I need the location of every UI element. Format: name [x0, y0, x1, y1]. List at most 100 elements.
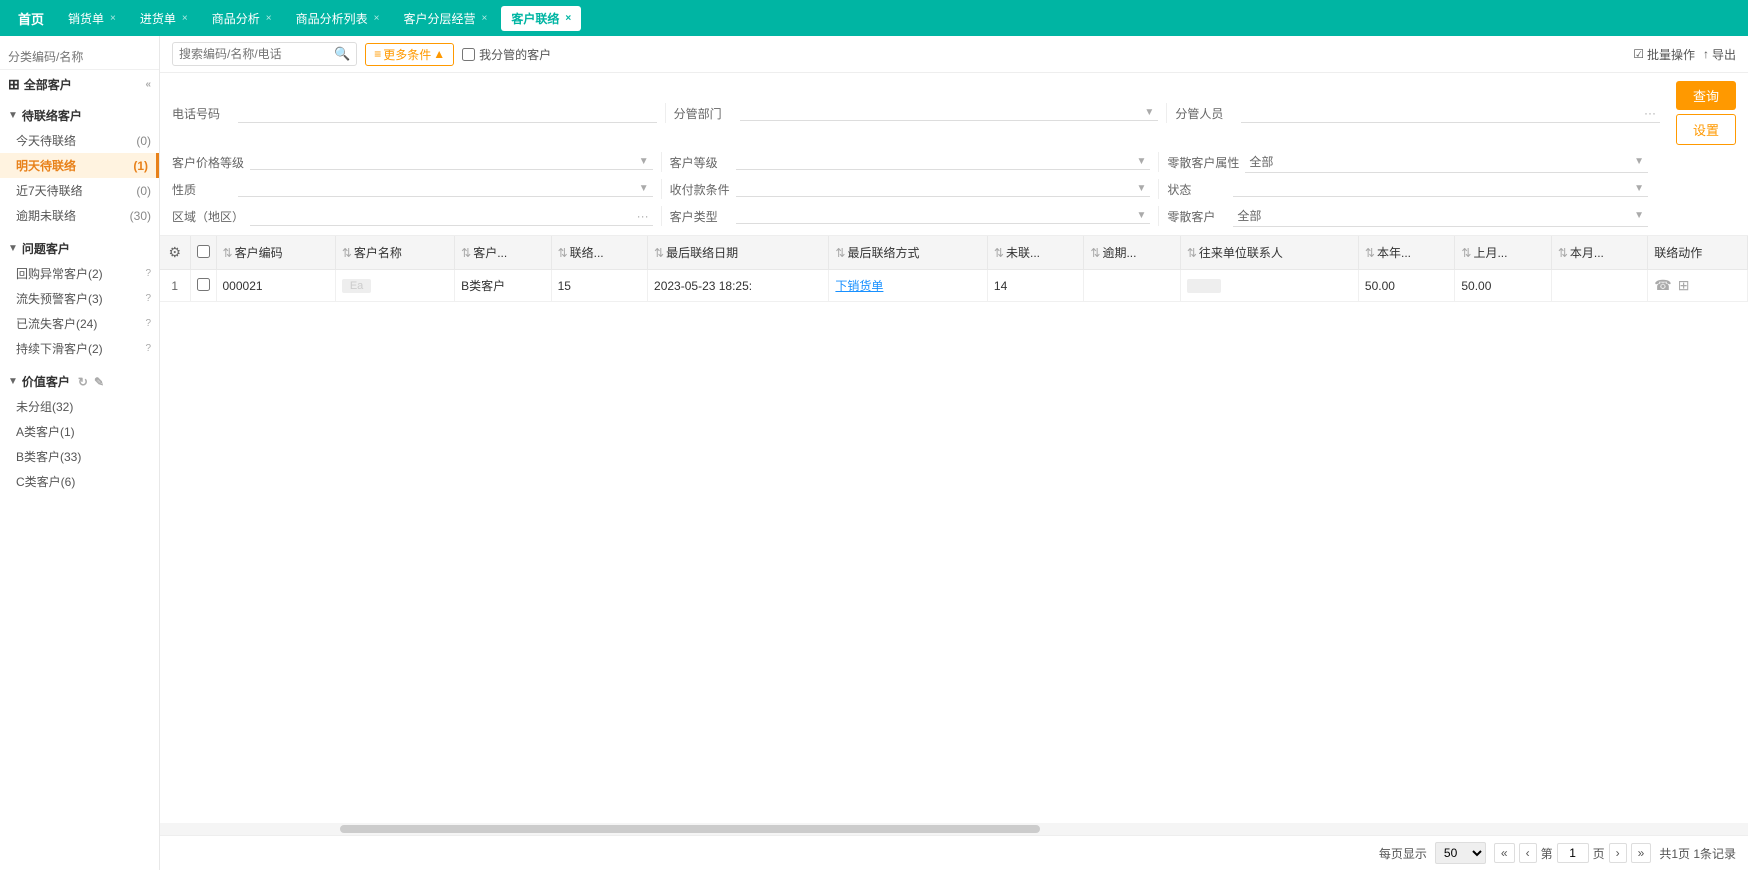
sort-person-icon[interactable]: ⇅ [1187, 246, 1197, 260]
value-refresh-icon[interactable]: ↻ [78, 375, 88, 389]
sort-type-icon[interactable]: ⇅ [461, 246, 471, 260]
sidebar-group-pending-title[interactable]: ▼ 待联络客户 [0, 103, 159, 128]
last-method-link[interactable]: 下销货单 [835, 279, 883, 293]
filter-payment-select[interactable]: ▼ [736, 181, 1151, 197]
sort-unlinked-icon[interactable]: ⇅ [994, 246, 1004, 260]
query-btn[interactable]: 查询 [1676, 81, 1736, 110]
divider-1 [665, 103, 666, 123]
sidebar-item-b-class[interactable]: B类客户(33) [0, 444, 159, 469]
filter-manager-select[interactable]: ··· [1241, 104, 1660, 123]
sidebar-item-overdue[interactable]: 逾期未联络(30) [0, 203, 159, 228]
prev-page-btn[interactable]: ‹ [1519, 843, 1537, 863]
nav-product-analysis-list[interactable]: 商品分析列表 × [286, 6, 390, 31]
sort-name-icon[interactable]: ⇅ [342, 246, 352, 260]
sort-this-month-icon[interactable]: ⇅ [1558, 246, 1568, 260]
sidebar-item-ungrouped[interactable]: 未分组(32) [0, 394, 159, 419]
close-purchase-icon[interactable]: × [182, 13, 188, 24]
filter-dept-select[interactable]: ▼ [740, 105, 1159, 121]
sort-year-icon[interactable]: ⇅ [1365, 246, 1375, 260]
my-customers-toggle[interactable]: 我分管的客户 [462, 46, 551, 63]
filter-nature-select[interactable]: ▼ [238, 181, 653, 197]
nav-customer-contact[interactable]: 客户联络 × [501, 6, 581, 31]
grid-action-icon[interactable]: ⊞ [1678, 277, 1690, 294]
filter-phone-input[interactable] [238, 104, 657, 123]
filter-payment: 收付款条件 ▼ [670, 181, 1151, 198]
th-action: 联络动作 [1648, 236, 1748, 270]
sidebar-group-problem-title[interactable]: ▼ 问题客户 [0, 236, 159, 261]
th-overdue: ⇅逾期... [1084, 236, 1180, 270]
sidebar-search-input[interactable] [8, 50, 160, 64]
sidebar-group-value-title[interactable]: ▼ 价值客户 ↻ ✎ [0, 369, 159, 394]
scrollbar-thumb[interactable] [340, 825, 1040, 833]
phone-icon[interactable]: ☎ [1654, 277, 1671, 294]
sidebar: 🔍 ⊞ 全部客户 « ▼ 待联络客户 今天待联络(0) 明天待联络(1) 近7天… [0, 36, 160, 870]
value-edit-icon[interactable]: ✎ [94, 375, 104, 389]
next-page-btn[interactable]: › [1609, 843, 1627, 863]
sort-last-month-icon[interactable]: ⇅ [1461, 246, 1471, 260]
help-repurchase-icon[interactable]: ? [145, 268, 151, 279]
manager-dots-icon[interactable]: ··· [1644, 106, 1656, 120]
nav-purchase[interactable]: 进货单 × [130, 6, 198, 31]
filter-nature-label: 性质 [172, 181, 232, 198]
filter-customer-level-select[interactable]: ▼ [736, 154, 1151, 170]
nav-product-analysis[interactable]: 商品分析 × [202, 6, 282, 31]
filter-zero-attr-select[interactable]: 全部 ▼ [1245, 151, 1648, 173]
close-customer-contact-icon[interactable]: × [565, 13, 571, 24]
help-churned-icon[interactable]: ? [145, 318, 151, 329]
filter-phone-label: 电话号码 [172, 105, 232, 122]
search-icon-btn[interactable]: 🔍 [334, 46, 350, 62]
nav-customer-tier[interactable]: 客户分层经营 × [393, 6, 497, 31]
sidebar-item-a-class[interactable]: A类客户(1) [0, 419, 159, 444]
filter-dept-label: 分管部门 [674, 105, 734, 122]
nav-sales[interactable]: 销货单 × [58, 6, 126, 31]
filter-price-level-select[interactable]: ▼ [250, 154, 653, 170]
more-conditions-btn[interactable]: ≡ 更多条件 ▲ [365, 43, 454, 66]
sidebar-item-week[interactable]: 近7天待联络(0) [0, 178, 159, 203]
export-btn[interactable]: ↑ 导出 [1703, 46, 1736, 63]
th-this-year: ⇅本年... [1358, 236, 1454, 270]
filter-manager: 分管人员 ··· [1175, 104, 1660, 123]
sort-code-icon[interactable]: ⇅ [223, 246, 233, 260]
filter-region-select[interactable]: ··· [250, 207, 653, 226]
table-select-all[interactable] [197, 245, 210, 258]
sidebar-all-customers[interactable]: ⊞ 全部客户 « [0, 70, 159, 99]
sidebar-item-c-class[interactable]: C类客户(6) [0, 469, 159, 494]
set-btn[interactable]: 设置 [1676, 114, 1736, 145]
filter-customer-type-select[interactable]: ▼ [736, 208, 1151, 224]
sidebar-item-churn-warning[interactable]: 流失预警客户(3)? [0, 286, 159, 311]
search-input[interactable] [179, 47, 334, 61]
filter-zero-customer-select[interactable]: 全部 ▼ [1233, 205, 1648, 227]
first-page-btn[interactable]: « [1494, 843, 1515, 863]
help-declining-icon[interactable]: ? [145, 343, 151, 354]
page-input[interactable] [1557, 843, 1589, 863]
sort-contact-icon[interactable]: ⇅ [558, 246, 568, 260]
divider-6 [1158, 179, 1159, 199]
help-churn-warn-icon[interactable]: ? [145, 293, 151, 304]
filter-status-select[interactable]: ▼ [1233, 181, 1648, 197]
row-checkbox[interactable] [197, 278, 210, 291]
sidebar-item-repurchase-abnormal[interactable]: 回购异常客户(2)? [0, 261, 159, 286]
sidebar-item-churned[interactable]: 已流失客户(24)? [0, 311, 159, 336]
settings-icon[interactable]: ⚙ [168, 244, 181, 260]
sidebar-item-today[interactable]: 今天待联络(0) [0, 128, 159, 153]
customer-table: ⚙ ⇅客户编码 ⇅客户名称 ⇅客户... ⇅联络... ⇅最后联络日期 ⇅最后联… [160, 236, 1748, 302]
close-product-list-icon[interactable]: × [374, 13, 380, 24]
last-page-btn[interactable]: » [1631, 843, 1652, 863]
per-page-select[interactable]: 50 100 200 [1435, 842, 1486, 864]
sort-overdue-icon[interactable]: ⇅ [1090, 246, 1100, 260]
search-input-wrap: 🔍 [172, 42, 357, 66]
close-customer-tier-icon[interactable]: × [481, 13, 487, 24]
search-bar: 🔍 ≡ 更多条件 ▲ 我分管的客户 ☑ 批量操作 ↑ 导出 [160, 36, 1748, 73]
sort-method-icon[interactable]: ⇅ [835, 246, 845, 260]
my-customers-checkbox[interactable] [462, 48, 475, 61]
collapse-icon[interactable]: « [145, 79, 151, 90]
region-dots-icon[interactable]: ··· [637, 209, 649, 223]
sidebar-item-declining[interactable]: 持续下滑客户(2)? [0, 336, 159, 361]
close-product-analysis-icon[interactable]: × [266, 13, 272, 24]
batch-btn[interactable]: ☑ 批量操作 [1633, 46, 1695, 63]
sidebar-item-tomorrow[interactable]: 明天待联络(1) [0, 153, 159, 178]
nav-home[interactable]: 首页 [8, 5, 54, 32]
sort-date-icon[interactable]: ⇅ [654, 246, 664, 260]
close-sales-icon[interactable]: × [110, 13, 116, 24]
sidebar-search-wrap: 🔍 [0, 44, 159, 70]
